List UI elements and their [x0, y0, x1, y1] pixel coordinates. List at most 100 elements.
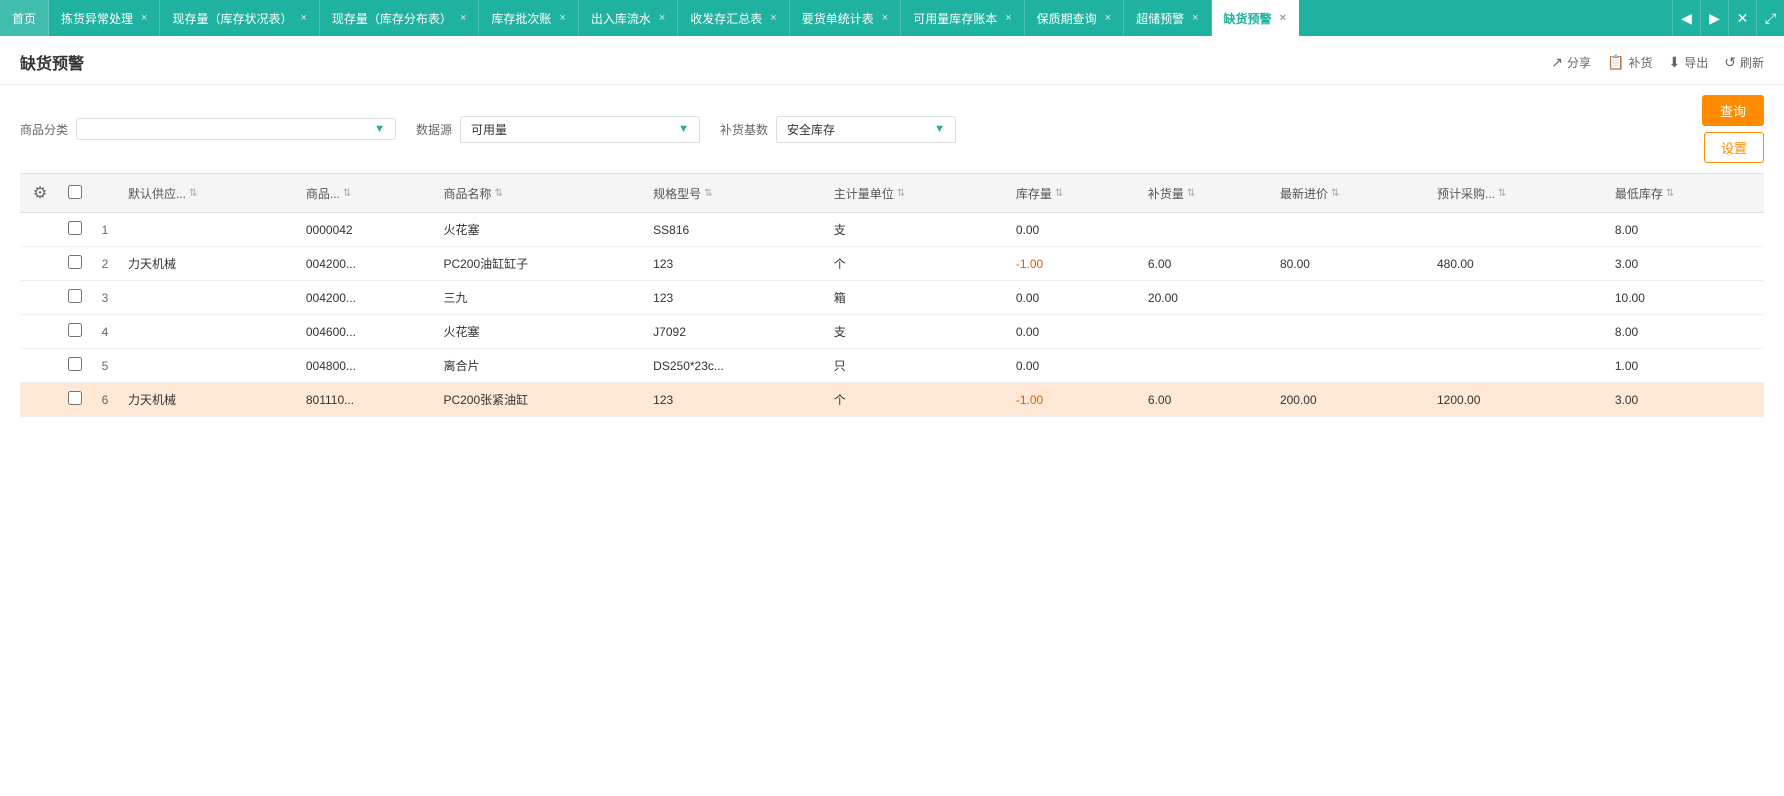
close-tab-overstock[interactable]: × — [1192, 12, 1198, 24]
filter-section: 商品分类 ▼ 数据源 可用量 ▼ 补货基数 安全库存 ▼ 查询 设置 — [0, 85, 1784, 173]
row-latest-price — [1272, 349, 1429, 383]
header-actions: ↗ 分享 📋 补货 ⬇ 导出 ↺ 刷新 — [1551, 54, 1764, 71]
row-latest-price: 80.00 — [1272, 247, 1429, 281]
category-select[interactable]: ▼ — [76, 118, 396, 140]
row-est-purchase: 1200.00 — [1429, 383, 1607, 417]
tab-home[interactable]: 首页 — [0, 0, 49, 36]
row-checkbox[interactable] — [68, 289, 82, 303]
row-checkbox[interactable] — [68, 323, 82, 337]
row-product-code: 801110... — [298, 383, 436, 417]
export-button[interactable]: ⬇ 导出 — [1669, 54, 1709, 71]
close-tab-batch[interactable]: × — [559, 12, 565, 24]
row-checkbox-cell[interactable] — [60, 383, 90, 417]
close-tab-inout-flow[interactable]: × — [659, 12, 665, 24]
sort-latest-price-icon: ⇅ — [1331, 188, 1339, 199]
column-latest-price[interactable]: 最新进价 ⇅ — [1272, 174, 1429, 213]
row-checkbox[interactable] — [68, 357, 82, 371]
settings-button[interactable]: 设置 — [1704, 132, 1764, 163]
column-product-code[interactable]: 商品... ⇅ — [298, 174, 436, 213]
tab-collect-summary[interactable]: 收发存汇总表 × — [678, 0, 789, 36]
tab-scroll-left[interactable]: ◀ — [1672, 0, 1700, 36]
close-tab-inventory-dist[interactable]: × — [460, 12, 466, 24]
close-tab-collect-summary[interactable]: × — [770, 12, 776, 24]
row-checkbox-cell[interactable] — [60, 349, 90, 383]
tab-shortage[interactable]: 缺货预警 × — [1212, 0, 1299, 36]
row-checkbox-cell[interactable] — [60, 247, 90, 281]
column-index — [90, 174, 120, 213]
tab-expiry[interactable]: 保质期查询 × — [1025, 0, 1124, 36]
row-replenish: 6.00 — [1140, 383, 1272, 417]
row-replenish — [1140, 315, 1272, 349]
sort-stock-icon: ⇅ — [1055, 188, 1063, 199]
close-tab-shortage[interactable]: × — [1280, 12, 1286, 24]
tab-overstock[interactable]: 超储预警 × — [1124, 0, 1211, 36]
datasource-value: 可用量 — [471, 121, 507, 138]
row-stock: -1.00 — [1008, 247, 1140, 281]
category-label: 商品分类 — [20, 121, 68, 138]
close-tab-abnormal[interactable]: × — [141, 12, 147, 24]
category-filter-group: 商品分类 ▼ — [20, 118, 396, 140]
column-unit[interactable]: 主计量单位 ⇅ — [826, 174, 1008, 213]
row-stock: -1.00 — [1008, 383, 1140, 417]
datasource-select[interactable]: 可用量 ▼ — [460, 116, 700, 143]
row-checkbox-cell[interactable] — [60, 213, 90, 247]
row-checkbox[interactable] — [68, 255, 82, 269]
row-spec: 123 — [645, 383, 826, 417]
close-tab-expiry[interactable]: × — [1105, 12, 1111, 24]
row-supplier — [120, 213, 298, 247]
table-row: 6 力天机械 801110... PC200张紧油缸 123 个 -1.00 6… — [20, 383, 1764, 417]
tab-abnormal[interactable]: 拣货异常处理 × — [49, 0, 160, 36]
row-index: 2 — [90, 247, 120, 281]
row-checkbox-cell[interactable] — [60, 281, 90, 315]
row-product-code: 0000042 — [298, 213, 436, 247]
column-replenish[interactable]: 补货量 ⇅ — [1140, 174, 1272, 213]
tab-scroll-right[interactable]: ▶ — [1700, 0, 1728, 36]
select-all-checkbox[interactable] — [68, 185, 82, 199]
replenish-base-select[interactable]: 安全库存 ▼ — [776, 116, 956, 143]
refresh-button[interactable]: ↺ 刷新 — [1724, 54, 1764, 71]
query-button[interactable]: 查询 — [1702, 95, 1764, 126]
row-index: 1 — [90, 213, 120, 247]
row-replenish: 20.00 — [1140, 281, 1272, 315]
share-button[interactable]: ↗ 分享 — [1551, 54, 1591, 71]
table-body: 1 0000042 火花塞 SS816 支 0.00 8.00 2 力天机械 0… — [20, 213, 1764, 417]
close-tab-available-ledger[interactable]: × — [1005, 12, 1011, 24]
row-checkbox[interactable] — [68, 391, 82, 405]
tab-inventory-dist[interactable]: 现存量（库存分布表） × — [320, 0, 479, 36]
replenish-button[interactable]: 📋 补货 — [1607, 54, 1652, 71]
column-spec[interactable]: 规格型号 ⇅ — [645, 174, 826, 213]
tab-nav-buttons: ◀ ▶ ✕ ⤢ — [1672, 0, 1784, 36]
row-settings-cell — [20, 213, 60, 247]
filter-right-actions: 查询 设置 — [1702, 95, 1764, 163]
column-supplier[interactable]: 默认供应... ⇅ — [120, 174, 298, 213]
row-latest-price — [1272, 213, 1429, 247]
datasource-filter-group: 数据源 可用量 ▼ — [416, 116, 700, 143]
column-settings[interactable]: ⚙ — [20, 174, 60, 213]
tab-inout-flow[interactable]: 出入库流水 × — [579, 0, 678, 36]
row-product-name: 离合片 — [435, 349, 645, 383]
datasource-arrow-icon: ▼ — [678, 123, 689, 135]
row-checkbox[interactable] — [68, 221, 82, 235]
row-stock: 0.00 — [1008, 213, 1140, 247]
row-est-purchase — [1429, 315, 1607, 349]
column-product-name[interactable]: 商品名称 ⇅ — [435, 174, 645, 213]
column-settings-icon[interactable]: ⚙ — [33, 185, 47, 202]
row-min-stock: 10.00 — [1607, 281, 1764, 315]
column-min-stock[interactable]: 最低库存 ⇅ — [1607, 174, 1764, 213]
tab-order-stats[interactable]: 要货单统计表 × — [790, 0, 901, 36]
row-unit: 只 — [826, 349, 1008, 383]
table-row: 4 004600... 火花塞 J7092 支 0.00 8.00 — [20, 315, 1764, 349]
tab-batch[interactable]: 库存批次账 × — [479, 0, 578, 36]
tab-available-ledger[interactable]: 可用量库存账本 × — [901, 0, 1024, 36]
tab-inventory-status[interactable]: 现存量（库存状况表） × — [160, 0, 319, 36]
column-checkbox-all[interactable] — [60, 174, 90, 213]
close-tab-order-stats[interactable]: × — [882, 12, 888, 24]
tab-maximize[interactable]: ⤢ — [1756, 0, 1784, 36]
close-tab-inventory-status[interactable]: × — [300, 12, 306, 24]
column-stock[interactable]: 库存量 ⇅ — [1008, 174, 1140, 213]
column-est-purchase[interactable]: 预计采购... ⇅ — [1429, 174, 1607, 213]
row-product-code: 004200... — [298, 247, 436, 281]
row-settings-cell — [20, 281, 60, 315]
tab-close-all[interactable]: ✕ — [1728, 0, 1756, 36]
row-checkbox-cell[interactable] — [60, 315, 90, 349]
